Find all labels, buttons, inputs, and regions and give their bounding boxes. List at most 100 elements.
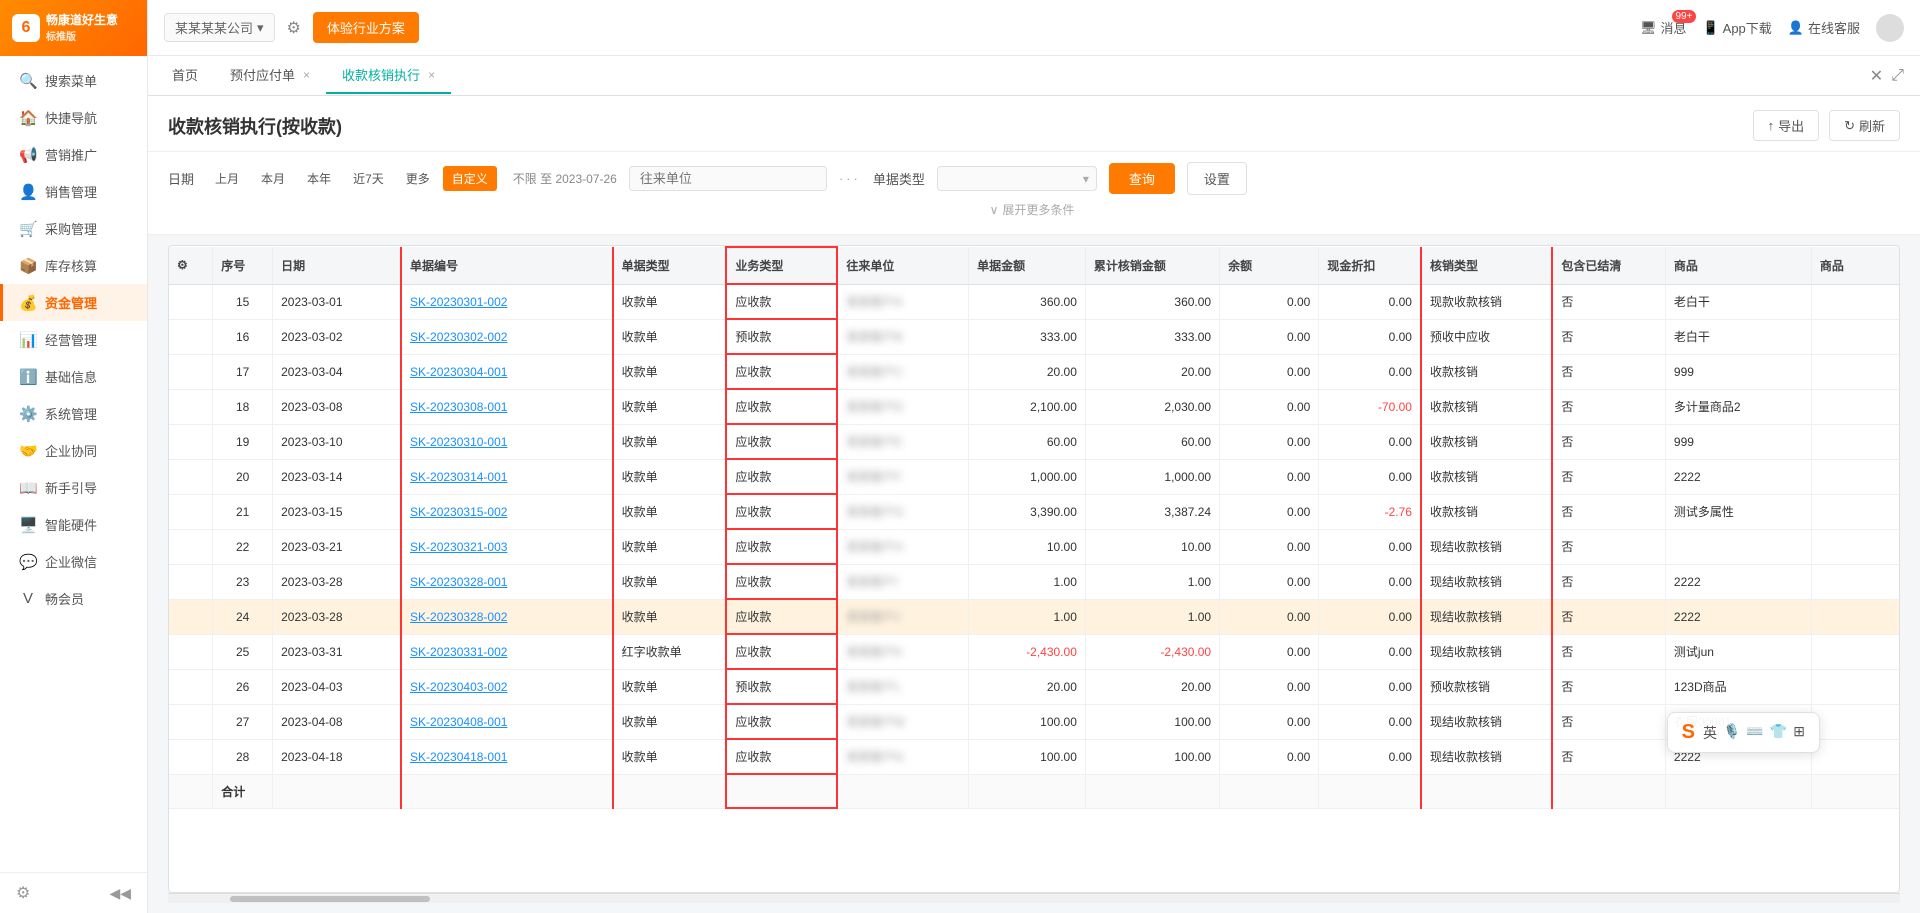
date-custom[interactable]: 自定义 <box>443 166 497 191</box>
sidebar-item-system[interactable]: ⚙️系统管理 <box>0 395 147 432</box>
partner-input[interactable] <box>629 166 827 191</box>
wm-grid-icon[interactable]: ⊞ <box>1793 723 1805 743</box>
billno-link-13[interactable]: SK-20230418-001 <box>410 750 507 764</box>
sidebar-item-finance[interactable]: 💰资金管理 <box>0 284 147 321</box>
sidebar-item-hardware[interactable]: 🖥️智能硬件 <box>0 506 147 543</box>
sidebar-label-sales: 销售管理 <box>45 182 97 201</box>
billno-link-9[interactable]: SK-20230328-002 <box>410 610 507 624</box>
bill-type-select[interactable] <box>937 166 1097 191</box>
wm-keyboard-icon[interactable]: ⌨️ <box>1746 723 1763 743</box>
sidebar-item-sales[interactable]: 👤销售管理 <box>0 173 147 210</box>
app-download-btn[interactable]: 📱 App下载 <box>1702 18 1771 37</box>
billno-link-12[interactable]: SK-20230408-001 <box>410 715 507 729</box>
billno-link-4[interactable]: SK-20230310-001 <box>410 435 507 449</box>
sidebar-label-hardware: 智能硬件 <box>45 515 97 534</box>
sidebar-item-operation[interactable]: 📊经营管理 <box>0 321 147 358</box>
tab-close-1[interactable]: × <box>303 68 310 82</box>
user-avatar[interactable] <box>1876 14 1904 42</box>
tab-close-2[interactable]: × <box>428 68 435 82</box>
cell-billno-1[interactable]: SK-20230302-002 <box>401 319 613 354</box>
date-more[interactable]: 更多 <box>397 166 439 191</box>
cell-amount-10: -2,430.00 <box>969 634 1086 669</box>
expand-row[interactable]: ∨ 展开更多条件 <box>168 195 1900 224</box>
billno-link-5[interactable]: SK-20230314-001 <box>410 470 507 484</box>
topbar-gear-icon[interactable]: ⚙ <box>287 18 301 38</box>
col-settings-icon[interactable]: ⚙ <box>177 258 188 272</box>
expand-tabs-icon[interactable]: ⤢ <box>1891 67 1904 85</box>
collapse-icon[interactable]: ◀◀ <box>109 885 131 902</box>
more-filter-dots[interactable]: ··· <box>839 171 861 186</box>
cell-billno-8[interactable]: SK-20230328-001 <box>401 564 613 599</box>
cell-settings-10 <box>169 634 213 669</box>
settings-btn[interactable]: 设置 <box>1187 162 1247 195</box>
filter-bar: 日期 上月 本月 本年 近7天 更多 自定义 不限 至 2023-07-26 ·… <box>148 152 1920 235</box>
table-wrap[interactable]: ⚙序号日期单据编号单据类型业务类型往来单位单据金额累计核销金额余额现金折扣核销类… <box>168 245 1900 893</box>
wm-mic-icon[interactable]: 🎙️ <box>1723 723 1740 743</box>
billno-link-1[interactable]: SK-20230302-002 <box>410 330 507 344</box>
billno-link-8[interactable]: SK-20230328-001 <box>410 575 507 589</box>
company-selector[interactable]: 某某某某公司 ▾ <box>164 13 275 42</box>
cell-billno-12[interactable]: SK-20230408-001 <box>401 704 613 739</box>
cell-billno-9[interactable]: SK-20230328-002 <box>401 599 613 634</box>
cell-billno-7[interactable]: SK-20230321-003 <box>401 529 613 564</box>
query-btn[interactable]: 查询 <box>1109 163 1175 194</box>
sidebar-item-search[interactable]: 🔍搜索菜单 <box>0 62 147 99</box>
cell-billno-3[interactable]: SK-20230308-001 <box>401 389 613 424</box>
billno-link-2[interactable]: SK-20230304-001 <box>410 365 507 379</box>
message-btn[interactable]: 🖥 消息 99+ <box>1640 18 1687 37</box>
cell-canceltype-11: 预收款核销 <box>1421 669 1552 704</box>
cell-billno-4[interactable]: SK-20230310-001 <box>401 424 613 459</box>
close-all-icon[interactable]: ✕ <box>1870 66 1883 86</box>
billno-link-11[interactable]: SK-20230403-002 <box>410 680 507 694</box>
cell-amount-11: 20.00 <box>969 669 1086 704</box>
tab-0[interactable]: 首页 <box>156 57 214 94</box>
service-btn[interactable]: 👤 在线客服 <box>1788 18 1860 37</box>
cell-billno-11[interactable]: SK-20230403-002 <box>401 669 613 704</box>
cell-no-0: 15 <box>213 284 273 319</box>
billno-link-0[interactable]: SK-20230301-002 <box>410 295 507 309</box>
sidebar-item-member[interactable]: V畅会员 <box>0 580 147 617</box>
date-this-year[interactable]: 本年 <box>298 166 340 191</box>
cell-partner-13: 某某客户N <box>837 739 968 774</box>
billno-link-10[interactable]: SK-20230331-002 <box>410 645 507 659</box>
sidebar-item-basic[interactable]: ℹ️基础信息 <box>0 358 147 395</box>
page-content: 收款核销执行(按收款) ↑ 导出 ↻ 刷新 日期 上月 本月 本年 <box>148 96 1920 913</box>
wm-shirt-icon[interactable]: 👕 <box>1770 723 1787 743</box>
sidebar-label-quick: 快捷导航 <box>45 108 97 127</box>
cell-billno-5[interactable]: SK-20230314-001 <box>401 459 613 494</box>
table-row: 152023-03-01SK-20230301-002收款单应收款某某客户A36… <box>169 284 1899 319</box>
sidebar-item-purchase[interactable]: 🛒采购管理 <box>0 210 147 247</box>
sidebar-label-system: 系统管理 <box>45 404 97 423</box>
solution-btn[interactable]: 体验行业方案 <box>313 12 419 43</box>
horizontal-scrollbar[interactable] <box>168 893 1900 903</box>
tab-2[interactable]: 收款核销执行× <box>326 57 451 94</box>
col-header-no: 序号 <box>213 247 273 284</box>
date-last-month[interactable]: 上月 <box>206 166 248 191</box>
sidebar-item-inventory[interactable]: 📦库存核算 <box>0 247 147 284</box>
settings-icon[interactable]: ⚙ <box>16 883 30 903</box>
cell-billno-10[interactable]: SK-20230331-002 <box>401 634 613 669</box>
billno-link-7[interactable]: SK-20230321-003 <box>410 540 507 554</box>
sidebar-item-weixin[interactable]: 💬企业微信 <box>0 543 147 580</box>
billno-link-6[interactable]: SK-20230315-002 <box>410 505 507 519</box>
sidebar-item-quick[interactable]: 🏠快捷导航 <box>0 99 147 136</box>
tab-1[interactable]: 预付应付单× <box>214 57 326 94</box>
sidebar-item-marketing[interactable]: 📢营销推广 <box>0 136 147 173</box>
sidebar-item-guide[interactable]: 📖新手引导 <box>0 469 147 506</box>
date-this-month[interactable]: 本月 <box>252 166 294 191</box>
cell-canceltype-3: 收款核销 <box>1421 389 1552 424</box>
cell-amount-4: 60.00 <box>969 424 1086 459</box>
export-btn[interactable]: ↑ 导出 <box>1753 110 1820 141</box>
cell-no-1: 16 <box>213 319 273 354</box>
cell-billno-6[interactable]: SK-20230315-002 <box>401 494 613 529</box>
billno-link-3[interactable]: SK-20230308-001 <box>410 400 507 414</box>
cell-goods-1: 老白干 <box>1665 319 1811 354</box>
cell-billno-2[interactable]: SK-20230304-001 <box>401 354 613 389</box>
cell-billno-0[interactable]: SK-20230301-002 <box>401 284 613 319</box>
cell-billno-13[interactable]: SK-20230418-001 <box>401 739 613 774</box>
refresh-btn[interactable]: ↻ 刷新 <box>1829 110 1900 141</box>
cell-cashdisc-5: 0.00 <box>1319 459 1421 494</box>
date-7days[interactable]: 近7天 <box>344 166 393 191</box>
sidebar-item-corp[interactable]: 🤝企业协同 <box>0 432 147 469</box>
cell-biztype-8: 应收款 <box>726 564 837 599</box>
